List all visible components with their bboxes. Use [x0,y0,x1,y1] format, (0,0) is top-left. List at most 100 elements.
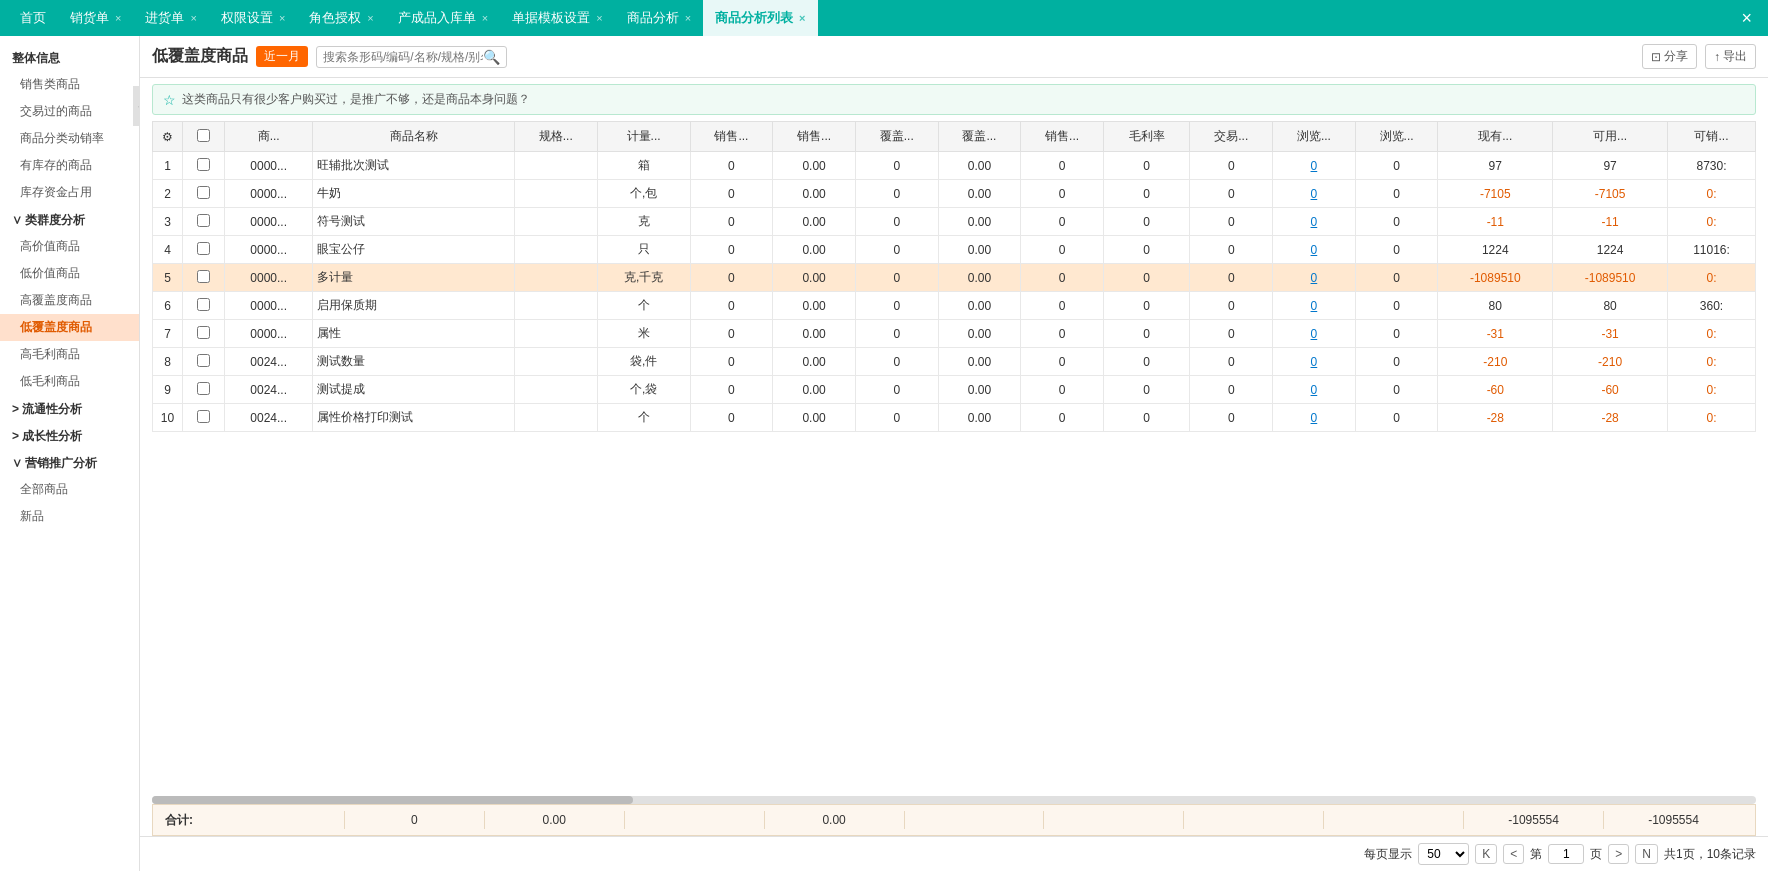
td-browse1[interactable]: 0 [1273,152,1356,180]
th-unit[interactable]: 计量... [597,122,690,152]
scroll-thumb[interactable] [152,796,633,804]
td-checkbox[interactable] [183,180,225,208]
th-spec[interactable]: 规格... [514,122,597,152]
td-sales1: 0 [690,180,773,208]
td-coverage1: 0 [855,376,938,404]
sidebar-section-cluster[interactable]: ∨ 类群度分析 [0,206,139,233]
td-checkbox[interactable] [183,348,225,376]
nav-item-template[interactable]: 单据模板设置 × [500,0,614,36]
td-browse1[interactable]: 0 [1273,208,1356,236]
td-browse1[interactable]: 0 [1273,348,1356,376]
sidebar-collapse-button[interactable]: « [133,86,140,126]
td-available-stock: -60 [1553,376,1668,404]
td-checkbox[interactable] [183,376,225,404]
window-close-button[interactable]: × [1733,8,1760,29]
td-checkbox[interactable] [183,320,225,348]
nav-item-permission[interactable]: 权限设置 × [209,0,297,36]
td-checkbox[interactable] [183,292,225,320]
th-saleable[interactable]: 可销... [1667,122,1755,152]
table-container[interactable]: ⚙ 商... 商品名称 规格... 计量... 销售... 销售... 覆盖..… [152,121,1756,796]
page-number-input[interactable] [1548,844,1584,864]
td-browse1[interactable]: 0 [1273,180,1356,208]
th-transaction[interactable]: 交易... [1190,122,1273,152]
sidebar-item-sales-goods[interactable]: 销售类商品 [0,71,139,98]
search-icon[interactable]: 🔍 [483,49,500,65]
td-browse1[interactable]: 0 [1273,320,1356,348]
nav-item-analysis-list[interactable]: 商品分析列表 × [703,0,817,36]
td-checkbox[interactable] [183,404,225,432]
sidebar-section-flow[interactable]: > 流通性分析 [0,395,139,422]
sidebar-item-high-value[interactable]: 高价值商品 [0,233,139,260]
close-icon[interactable]: × [596,12,602,24]
sidebar-item-stock-capital[interactable]: 库存资金占用 [0,179,139,206]
nav-item-role[interactable]: 角色授权 × [297,0,385,36]
th-gross-margin[interactable]: 毛利率 [1103,122,1189,152]
td-browse1[interactable]: 0 [1273,292,1356,320]
nav-item-analysis[interactable]: 商品分析 × [615,0,703,36]
sidebar-item-low-margin[interactable]: 低毛利商品 [0,368,139,395]
prev-page-button[interactable]: < [1503,844,1524,864]
td-spec [514,264,597,292]
td-browse1[interactable]: 0 [1273,376,1356,404]
th-code[interactable]: 商... [225,122,313,152]
sidebar-item-traded-goods[interactable]: 交易过的商品 [0,98,139,125]
last-page-button[interactable]: N [1635,844,1658,864]
td-browse1[interactable]: 0 [1273,404,1356,432]
td-coverage1: 0 [855,292,938,320]
th-sales3[interactable]: 销售... [1021,122,1104,152]
info-icon: ☆ [163,92,176,108]
sidebar-item-category-sales-rate[interactable]: 商品分类动销率 [0,125,139,152]
td-sales3: 0 [1021,208,1104,236]
sidebar-item-new-goods[interactable]: 新品 [0,503,139,530]
close-icon[interactable]: × [685,12,691,24]
date-filter-button[interactable]: 近一月 [256,46,308,67]
th-coverage1[interactable]: 覆盖... [855,122,938,152]
close-icon[interactable]: × [799,12,805,24]
td-sales3: 0 [1021,180,1104,208]
th-name[interactable]: 商品名称 [313,122,515,152]
close-icon[interactable]: × [190,12,196,24]
sidebar-item-all-goods[interactable]: 全部商品 [0,476,139,503]
next-page-button[interactable]: > [1608,844,1629,864]
th-browse1[interactable]: 浏览... [1273,122,1356,152]
sidebar-section-growth[interactable]: > 成长性分析 [0,422,139,449]
th-current-stock[interactable]: 现有... [1438,122,1553,152]
th-checkbox[interactable] [183,122,225,152]
sidebar-item-stocked-goods[interactable]: 有库存的商品 [0,152,139,179]
nav-item-home[interactable]: 首页 [8,0,58,36]
td-checkbox[interactable] [183,152,225,180]
td-browse1[interactable]: 0 [1273,264,1356,292]
sidebar-item-high-margin[interactable]: 高毛利商品 [0,341,139,368]
td-spec [514,292,597,320]
close-icon[interactable]: × [279,12,285,24]
sidebar-section-overall[interactable]: 整体信息 [0,44,139,71]
close-icon[interactable]: × [115,12,121,24]
td-checkbox[interactable] [183,236,225,264]
td-gross-margin: 0 [1103,264,1189,292]
sidebar-item-low-coverage[interactable]: 低覆盖度商品 [0,314,139,341]
td-checkbox[interactable] [183,264,225,292]
th-browse2[interactable]: 浏览... [1355,122,1438,152]
nav-item-sales[interactable]: 销货单 × [58,0,133,36]
nav-item-purchase[interactable]: 进货单 × [133,0,208,36]
nav-item-production[interactable]: 产成品入库单 × [386,0,500,36]
first-page-button[interactable]: K [1475,844,1497,864]
td-browse1[interactable]: 0 [1273,236,1356,264]
th-sales1[interactable]: 销售... [690,122,773,152]
share-button[interactable]: ⊡ 分享 [1642,44,1697,69]
close-icon[interactable]: × [367,12,373,24]
th-sales2[interactable]: 销售... [773,122,856,152]
export-button[interactable]: ↑ 导出 [1705,44,1756,69]
select-all-checkbox[interactable] [197,129,210,142]
search-input[interactable] [323,50,483,64]
th-settings[interactable]: ⚙ [153,122,183,152]
th-coverage2[interactable]: 覆盖... [938,122,1021,152]
sidebar-section-marketing[interactable]: ∨ 营销推广分析 [0,449,139,476]
close-icon[interactable]: × [482,12,488,24]
td-checkbox[interactable] [183,208,225,236]
sidebar-item-low-value[interactable]: 低价值商品 [0,260,139,287]
sidebar-item-high-coverage[interactable]: 高覆盖度商品 [0,287,139,314]
page-size-select[interactable]: 50 100 200 [1418,843,1469,865]
horizontal-scrollbar[interactable] [152,796,1756,804]
th-available-stock[interactable]: 可用... [1553,122,1668,152]
